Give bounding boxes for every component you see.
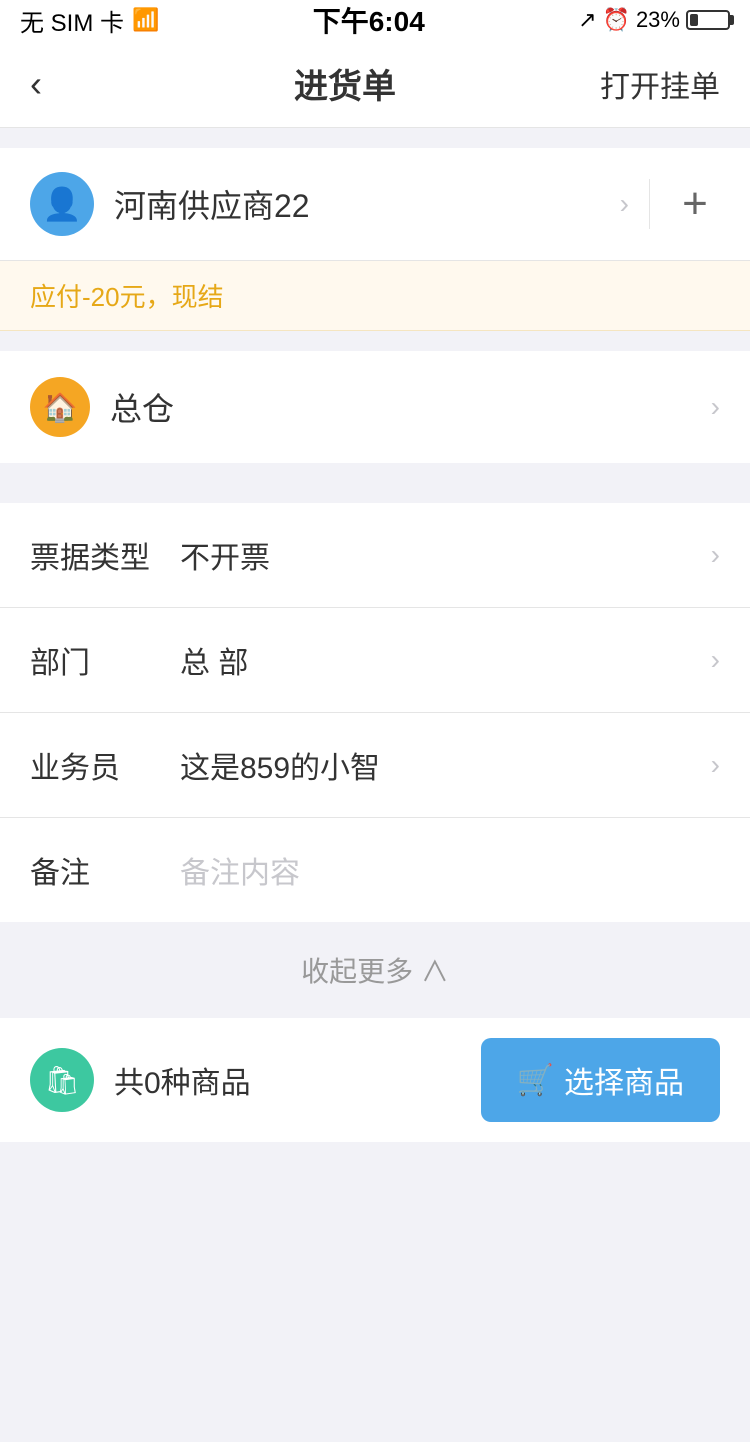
open-pending-button[interactable]: 打开挂单 bbox=[600, 62, 720, 106]
supplier-row[interactable]: 👤 河南供应商22 › + bbox=[0, 148, 750, 261]
nav-bar: ‹ 进货单 打开挂单 bbox=[0, 40, 750, 128]
notice-bar: 应付-20元，现结 bbox=[0, 261, 750, 331]
supplier-card: 👤 河南供应商22 › + 应付-20元，现结 bbox=[0, 148, 750, 331]
person-icon: 👤 bbox=[42, 185, 82, 223]
product-icon-wrap: 🛍 bbox=[30, 1048, 94, 1112]
warehouse-icon: 🏠 bbox=[43, 391, 78, 424]
status-bar: 无 SIM 卡 📶 下午6:04 ↗ ⏰ 23% bbox=[0, 0, 750, 40]
collapse-button[interactable]: 收起更多 ∧ bbox=[0, 922, 750, 1018]
supplier-name: 河南供应商22 bbox=[114, 181, 620, 227]
form-section: 票据类型 不开票 › 部门 总 部 › 业务员 这是859的小智 › 备注 备注… bbox=[0, 503, 750, 922]
invoice-type-value: 不开票 bbox=[160, 533, 711, 577]
salesperson-value: 这是859的小智 bbox=[160, 743, 711, 787]
invoice-type-label: 票据类型 bbox=[30, 533, 160, 577]
wifi-icon: 📶 bbox=[132, 7, 159, 33]
salesperson-chevron-icon: › bbox=[711, 749, 720, 781]
vertical-divider bbox=[649, 179, 650, 229]
status-left: 无 SIM 卡 📶 bbox=[20, 3, 159, 38]
supplier-chevron-icon: › bbox=[620, 188, 629, 220]
collapse-label: 收起更多 ∧ bbox=[301, 950, 449, 990]
battery-icon bbox=[686, 10, 730, 30]
warehouse-chevron-icon: › bbox=[711, 391, 720, 423]
salesperson-label: 业务员 bbox=[30, 743, 160, 787]
department-row[interactable]: 部门 总 部 › bbox=[0, 608, 750, 713]
department-chevron-icon: › bbox=[711, 644, 720, 676]
department-value: 总 部 bbox=[160, 638, 711, 682]
remark-value[interactable]: 备注内容 bbox=[160, 848, 720, 892]
product-bag-icon: 🛍 bbox=[44, 1064, 80, 1097]
warehouse-name: 总仓 bbox=[110, 384, 711, 430]
bottom-bar: 🛍 共0种商品 🛒 选择商品 bbox=[0, 1018, 750, 1142]
department-label: 部门 bbox=[30, 638, 160, 682]
select-product-button[interactable]: 🛒 选择商品 bbox=[481, 1038, 720, 1122]
add-supplier-button[interactable]: + bbox=[670, 179, 720, 229]
gray-fill-area bbox=[0, 1142, 750, 1442]
invoice-type-row[interactable]: 票据类型 不开票 › bbox=[0, 503, 750, 608]
section-divider-top bbox=[0, 128, 750, 148]
warehouse-icon-wrap: 🏠 bbox=[30, 377, 90, 437]
invoice-type-chevron-icon: › bbox=[711, 539, 720, 571]
product-count-text: 共0种商品 bbox=[114, 1058, 481, 1102]
carrier-label: 无 SIM 卡 bbox=[20, 3, 124, 38]
page-title: 进货单 bbox=[294, 59, 396, 108]
select-product-icon: 🛒 bbox=[517, 1063, 554, 1098]
section-divider-2 bbox=[0, 331, 750, 351]
supplier-avatar: 👤 bbox=[30, 172, 94, 236]
select-product-label: 选择商品 bbox=[564, 1058, 684, 1102]
location-icon: ↗ bbox=[578, 7, 596, 33]
remark-label: 备注 bbox=[30, 848, 160, 892]
status-time: 下午6:04 bbox=[313, 0, 425, 40]
back-button[interactable]: ‹ bbox=[30, 63, 90, 105]
section-divider-3 bbox=[0, 463, 750, 483]
salesperson-row[interactable]: 业务员 这是859的小智 › bbox=[0, 713, 750, 818]
status-right: ↗ ⏰ 23% bbox=[578, 7, 730, 33]
alarm-icon: ⏰ bbox=[603, 7, 630, 33]
remark-row[interactable]: 备注 备注内容 bbox=[0, 818, 750, 922]
warehouse-row[interactable]: 🏠 总仓 › bbox=[0, 351, 750, 463]
battery-percentage: 23% bbox=[636, 7, 680, 33]
notice-text: 应付-20元，现结 bbox=[30, 282, 224, 312]
warehouse-card[interactable]: 🏠 总仓 › bbox=[0, 351, 750, 463]
